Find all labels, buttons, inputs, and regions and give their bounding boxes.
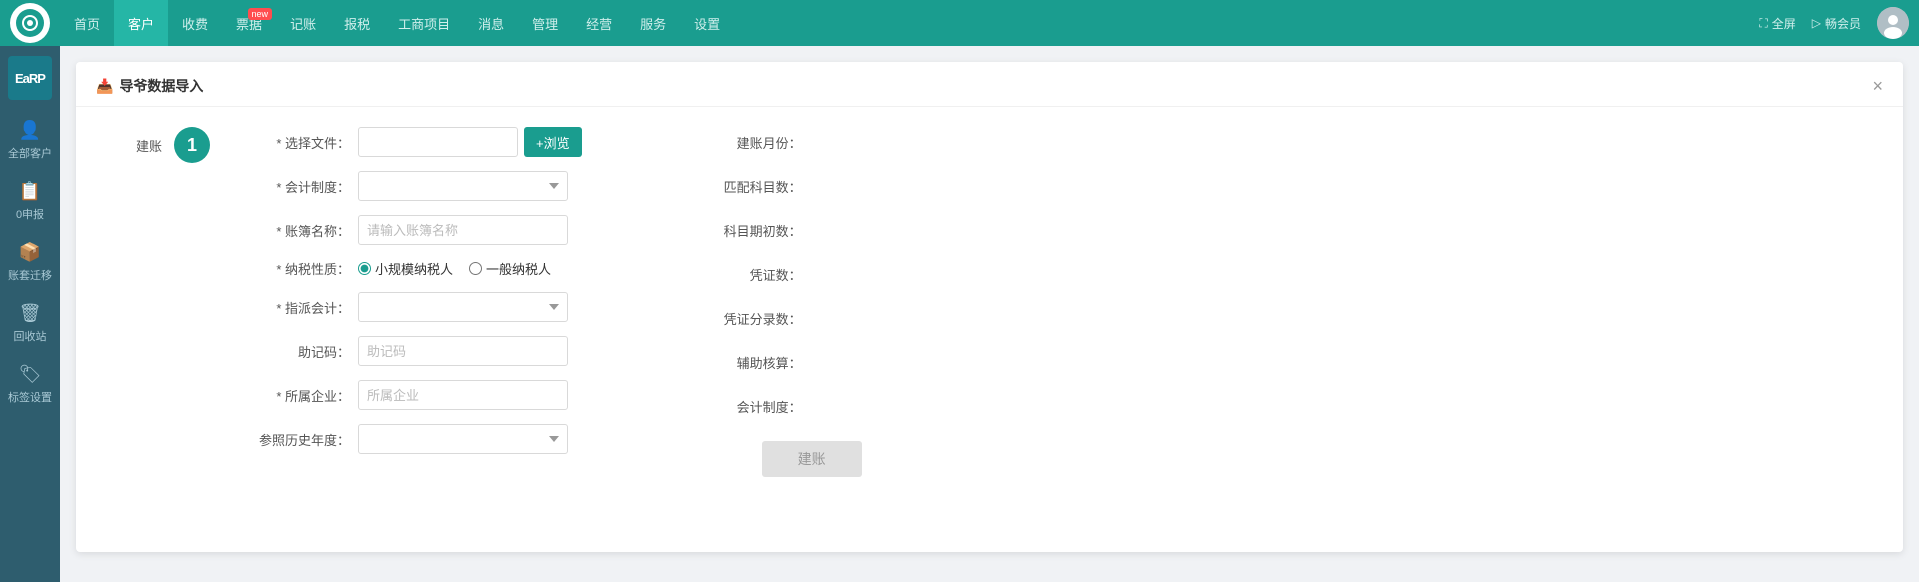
match-subject-label: 匹配科目数：: [702, 177, 802, 196]
close-button[interactable]: ×: [1872, 77, 1883, 95]
nav-manage[interactable]: 管理: [518, 0, 572, 46]
tax-general-label[interactable]: 一般纳税人: [469, 259, 551, 278]
tax-small-label[interactable]: 小规模纳税人: [358, 259, 453, 278]
right-accounting-label: 会计制度：: [702, 397, 802, 416]
aux-account-label: 辅助核算：: [702, 353, 802, 372]
tax-type-label: * 纳税性质：: [230, 259, 350, 278]
nav-invoice-badge: new: [248, 8, 273, 20]
content-area: 📥 导爷数据导入 × 建账 1 * 选择文件：: [60, 46, 1919, 582]
browse-button[interactable]: +浏览: [524, 127, 582, 157]
sidebar-item-all-customers[interactable]: 👤 全部客户: [0, 112, 60, 169]
right-info-grid: 建账月份： 匹配科目数： 科目期初数： 凭证数： 凭证分录数： 辅助核算： 会计…: [702, 127, 982, 421]
sidebar-item-zero-declare[interactable]: 📋 0申报: [0, 173, 60, 230]
accounting-system-label: * 会计制度：: [230, 177, 350, 196]
build-month-label: 建账月份：: [702, 133, 802, 152]
import-icon: 📥: [96, 78, 113, 95]
avatar[interactable]: [1877, 7, 1909, 39]
tax-type-field-row: 小规模纳税人 一般纳税人: [358, 259, 582, 278]
member-button[interactable]: ▷ 畅会员: [1812, 15, 1861, 32]
accountant-field-row: [358, 292, 582, 322]
subject-initial-value: [810, 215, 982, 245]
history-year-field-row: [358, 424, 582, 454]
dialog-title: 📥 导爷数据导入: [96, 76, 203, 96]
nav-right: ⛶ 全屏 ▷ 畅会员: [1759, 7, 1909, 39]
nav-items: 首页 客户 收费 票据 new 记账 报税 工商项目 消息 管理 经营 服务 设…: [60, 0, 1759, 46]
history-year-label: 参照历史年度：: [230, 430, 350, 449]
nav-fee[interactable]: 收费: [168, 0, 222, 46]
top-nav: 首页 客户 收费 票据 new 记账 报税 工商项目 消息 管理 经营 服务 设…: [0, 0, 1919, 46]
migrate-icon: 📦: [19, 242, 41, 263]
ledger-name-label: * 账簿名称：: [230, 221, 350, 240]
nav-message[interactable]: 消息: [464, 0, 518, 46]
match-subject-value: [810, 171, 982, 201]
step-row: 建账 1: [136, 127, 210, 163]
ledger-name-field-row: [358, 215, 582, 245]
build-btn-area: 建账: [642, 441, 982, 477]
voucher-entry-value: [810, 303, 982, 333]
aux-account-value: [810, 347, 982, 377]
nav-invoice[interactable]: 票据 new: [222, 0, 276, 46]
voucher-count-label: 凭证数：: [702, 265, 802, 284]
declare-icon: 📋: [19, 181, 41, 202]
right-accounting-value: [810, 391, 982, 421]
play-icon: ▷: [1812, 16, 1821, 30]
sidebar-logo: EaRP: [8, 56, 52, 100]
trash-icon: 🗑: [19, 303, 42, 324]
nav-home[interactable]: 首页: [60, 0, 114, 46]
tax-general-radio[interactable]: [469, 262, 482, 275]
tax-small-radio[interactable]: [358, 262, 371, 275]
step-label: 建账: [136, 136, 162, 155]
memo-input[interactable]: [358, 336, 568, 366]
file-input[interactable]: [358, 127, 518, 157]
subject-initial-label: 科目期初数：: [702, 221, 802, 240]
accounting-system-field-row: [358, 171, 582, 201]
voucher-count-value: [810, 259, 982, 289]
person-icon: 👤: [19, 120, 41, 141]
history-year-select[interactable]: [358, 424, 568, 454]
nav-settings[interactable]: 设置: [680, 0, 734, 46]
memo-label: 助记码：: [230, 342, 350, 361]
sidebar-item-recycle[interactable]: 🗑 回收站: [0, 295, 60, 352]
sidebar-item-tag-settings[interactable]: 🏷 标签设置: [0, 356, 60, 413]
main-layout: EaRP 👤 全部客户 📋 0申报 📦 账套迁移 🗑 回收站 🏷 标签设置: [0, 46, 1919, 582]
company-input[interactable]: [358, 380, 568, 410]
dialog-header: 📥 导爷数据导入 ×: [76, 62, 1903, 107]
nav-bookkeeping[interactable]: 记账: [276, 0, 330, 46]
step-circle: 1: [174, 127, 210, 163]
build-account-button[interactable]: 建账: [762, 441, 862, 477]
ledger-name-input[interactable]: [358, 215, 568, 245]
form-container: 建账 1 * 选择文件： +浏览 * 会计制度：: [76, 107, 1903, 497]
form-left: 建账 1 * 选择文件： +浏览 * 会计制度：: [136, 127, 582, 477]
fullscreen-button[interactable]: ⛶ 全屏: [1759, 15, 1795, 32]
nav-tax[interactable]: 报税: [330, 0, 384, 46]
memo-field-row: [358, 336, 582, 366]
build-month-value: [810, 127, 982, 157]
nav-service[interactable]: 服务: [626, 0, 680, 46]
company-field-row: [358, 380, 582, 410]
app-logo[interactable]: [10, 3, 50, 43]
form-fields: * 选择文件： +浏览 * 会计制度：: [230, 127, 582, 454]
file-field-row: +浏览: [358, 127, 582, 157]
dialog-card: 📥 导爷数据导入 × 建账 1 * 选择文件：: [76, 62, 1903, 552]
file-label: * 选择文件：: [230, 133, 350, 152]
accountant-label: * 指派会计：: [230, 298, 350, 317]
tag-icon: 🏷: [19, 364, 42, 385]
nav-business[interactable]: 工商项目: [384, 0, 464, 46]
fullscreen-icon: ⛶: [1759, 16, 1767, 31]
accounting-system-select[interactable]: [358, 171, 568, 201]
accountant-select[interactable]: [358, 292, 568, 322]
nav-customer[interactable]: 客户: [114, 0, 168, 46]
company-label: * 所属企业：: [230, 386, 350, 405]
sidebar: EaRP 👤 全部客户 📋 0申报 📦 账套迁移 🗑 回收站 🏷 标签设置: [0, 46, 60, 582]
voucher-entry-label: 凭证分录数：: [702, 309, 802, 328]
sidebar-item-account-migrate[interactable]: 📦 账套迁移: [0, 234, 60, 291]
right-panel: 建账月份： 匹配科目数： 科目期初数： 凭证数： 凭证分录数： 辅助核算： 会计…: [642, 127, 982, 477]
nav-operation[interactable]: 经营: [572, 0, 626, 46]
